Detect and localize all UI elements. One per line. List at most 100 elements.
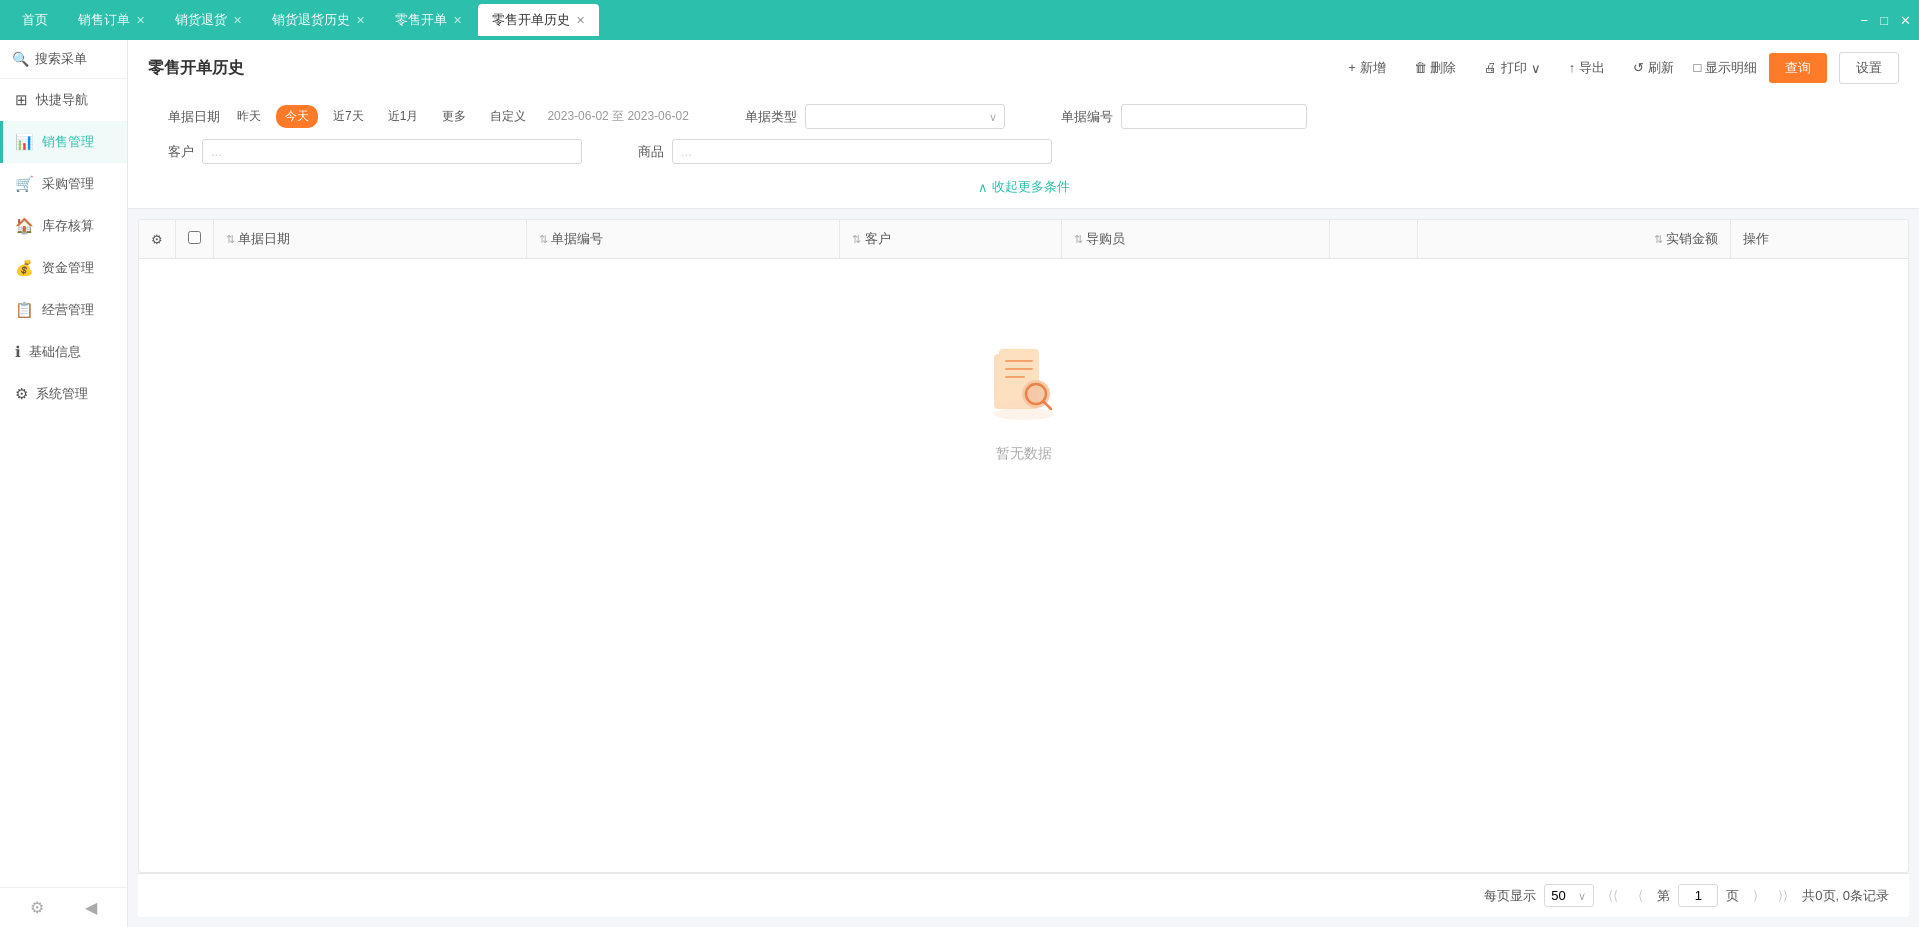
per-page-select[interactable]: 20 50 100 xyxy=(1544,884,1594,907)
filter-area: 单据日期 昨天 今天 近7天 近1月 更多 自定义 2023-06-02 至 2… xyxy=(148,94,1899,208)
select-all-checkbox[interactable] xyxy=(188,231,201,244)
collapse-icon: ∧ xyxy=(978,180,988,195)
per-page-label: 每页显示 xyxy=(1484,887,1536,905)
th-bill-number[interactable]: 单据编号 xyxy=(527,220,840,259)
settings-button[interactable]: 设置 xyxy=(1839,52,1899,84)
th-customer-label: 客户 xyxy=(865,231,891,246)
date-btn-yesterday[interactable]: 昨天 xyxy=(228,105,270,128)
tab-retail-open-history[interactable]: 零售开单历史 ✕ xyxy=(478,4,599,36)
refresh-button[interactable]: ↺ 刷新 xyxy=(1625,55,1682,81)
sidebar-item-purchase-mgmt-label: 采购管理 xyxy=(42,175,94,193)
sidebar-item-inventory-label: 库存核算 xyxy=(42,217,94,235)
toolbar: + 新增 🗑 删除 🖨 打印 ∨ ↑ 导出 ↺ 刷新 □ 显示明细 查询 设置 xyxy=(1340,52,1899,84)
window-maximize[interactable]: □ xyxy=(1880,13,1888,28)
page-suffix: 页 xyxy=(1726,887,1739,905)
purchase-mgmt-icon: 🛒 xyxy=(15,175,34,193)
tab-sales-order-close[interactable]: ✕ xyxy=(136,14,145,27)
bill-number-label: 单据编号 xyxy=(1061,108,1113,126)
tab-home[interactable]: 首页 xyxy=(8,4,62,36)
sidebar-item-operations[interactable]: 📋 经营管理 xyxy=(0,289,127,331)
svg-point-0 xyxy=(994,408,1054,420)
sales-mgmt-icon: 📊 xyxy=(15,133,34,151)
filter-row-2: 客户 ... 商品 ... xyxy=(168,139,1879,164)
window-close[interactable]: ✕ xyxy=(1900,13,1911,28)
sidebar-item-basic-info-label: 基础信息 xyxy=(29,343,81,361)
next-page-btn[interactable]: ⟩ xyxy=(1747,885,1764,906)
main-layout: 🔍 搜索采单 ⊞ 快捷导航 📊 销售管理 🛒 采购管理 🏠 库存核算 💰 xyxy=(0,40,1919,927)
th-customer[interactable]: 客户 xyxy=(840,220,1062,259)
date-btn-more[interactable]: 更多 xyxy=(433,105,475,128)
customer-filter: 客户 ... xyxy=(168,139,582,164)
table-container: ⚙ 单据日期 单据编号 客户 导购员 xyxy=(138,219,1909,873)
tab-sales-order[interactable]: 销售订单 ✕ xyxy=(64,4,159,36)
print-label: 🖨 打印 xyxy=(1484,59,1527,77)
first-page-btn[interactable]: ⟨⟨ xyxy=(1602,885,1624,906)
th-spacer xyxy=(1329,220,1417,259)
bill-number-input[interactable] xyxy=(1121,104,1307,129)
print-button[interactable]: 🖨 打印 ∨ xyxy=(1476,55,1549,81)
tab-sales-order-label: 销售订单 xyxy=(78,11,130,29)
date-btn-custom[interactable]: 自定义 xyxy=(481,105,535,128)
th-gear[interactable]: ⚙ xyxy=(139,220,176,259)
sidebar-item-quick-nav[interactable]: ⊞ 快捷导航 xyxy=(0,79,127,121)
sidebar-item-basic-info[interactable]: ℹ 基础信息 xyxy=(0,331,127,373)
date-btn-today[interactable]: 今天 xyxy=(276,105,318,128)
window-minimize[interactable]: − xyxy=(1861,13,1869,28)
sidebar-footer: ⚙ ◀ xyxy=(0,887,127,927)
sidebar-item-system[interactable]: ⚙ 系统管理 xyxy=(0,373,127,415)
filter-row-1: 单据日期 昨天 今天 近7天 近1月 更多 自定义 2023-06-02 至 2… xyxy=(168,104,1879,129)
th-bill-date[interactable]: 单据日期 xyxy=(214,220,527,259)
tab-retail-open[interactable]: 零售开单 ✕ xyxy=(381,4,476,36)
customer-placeholder: ... xyxy=(211,144,222,159)
bill-type-select[interactable] xyxy=(805,104,1005,129)
sidebar-item-finance[interactable]: 💰 资金管理 xyxy=(0,247,127,289)
sidebar-search-label: 搜索采单 xyxy=(35,50,87,68)
prev-page-btn[interactable]: ⟨ xyxy=(1632,885,1649,906)
pagination-bar: 每页显示 20 50 100 ⟨⟨ ⟨ 第 页 ⟩ ⟩⟩ 共0页, 0条记录 xyxy=(138,873,1909,917)
svg-line-8 xyxy=(1044,402,1051,409)
sidebar-item-inventory[interactable]: 🏠 库存核算 xyxy=(0,205,127,247)
query-button[interactable]: 查询 xyxy=(1769,53,1827,83)
page-input[interactable] xyxy=(1678,884,1718,907)
sidebar-collapse-icon[interactable]: ◀ xyxy=(85,898,97,917)
sidebar-item-purchase-mgmt[interactable]: 🛒 采购管理 xyxy=(0,163,127,205)
sidebar-item-finance-label: 资金管理 xyxy=(42,259,94,277)
bill-type-label: 单据类型 xyxy=(745,108,797,126)
th-guide[interactable]: 导购员 xyxy=(1062,220,1330,259)
print-arrow-icon: ∨ xyxy=(1531,61,1541,76)
tab-retail-open-label: 零售开单 xyxy=(395,11,447,29)
display-detail-button[interactable]: □ 显示明细 xyxy=(1694,59,1757,77)
th-checkbox[interactable] xyxy=(176,220,214,259)
th-amount[interactable]: 实销金额 xyxy=(1417,220,1730,259)
date-btn-7days[interactable]: 近7天 xyxy=(324,105,373,128)
tab-sales-return-history-close[interactable]: ✕ xyxy=(356,14,365,27)
tab-retail-open-close[interactable]: ✕ xyxy=(453,14,462,27)
th-bill-date-label: 单据日期 xyxy=(238,231,290,246)
tab-sales-return-close[interactable]: ✕ xyxy=(233,14,242,27)
sidebar-item-system-label: 系统管理 xyxy=(36,385,88,403)
sidebar-settings-icon[interactable]: ⚙ xyxy=(30,898,44,917)
th-bill-number-label: 单据编号 xyxy=(551,231,603,246)
bill-type-filter: 单据类型 xyxy=(745,104,1005,129)
tab-sales-return[interactable]: 销货退货 ✕ xyxy=(161,4,256,36)
date-range-text: 2023-06-02 至 2023-06-02 xyxy=(547,108,688,125)
sidebar-item-sales-mgmt[interactable]: 📊 销售管理 xyxy=(0,121,127,163)
search-icon: 🔍 xyxy=(12,51,29,67)
collapse-label: 收起更多条件 xyxy=(992,178,1070,196)
last-page-btn[interactable]: ⟩⟩ xyxy=(1772,885,1794,906)
goods-input[interactable]: ... xyxy=(672,139,1052,164)
sidebar-search[interactable]: 🔍 搜索采单 xyxy=(0,40,127,79)
add-button[interactable]: + 新增 xyxy=(1340,55,1393,81)
sidebar-item-operations-label: 经营管理 xyxy=(42,301,94,319)
finance-icon: 💰 xyxy=(15,259,34,277)
collapse-row[interactable]: ∧ 收起更多条件 xyxy=(168,174,1879,196)
empty-illustration xyxy=(974,339,1074,429)
date-btn-1month[interactable]: 近1月 xyxy=(379,105,428,128)
export-button[interactable]: ↑ 导出 xyxy=(1561,55,1613,81)
tab-retail-open-history-label: 零售开单历史 xyxy=(492,11,570,29)
delete-button[interactable]: 🗑 删除 xyxy=(1406,55,1465,81)
tab-sales-return-history[interactable]: 销货退货历史 ✕ xyxy=(258,4,379,36)
tab-retail-open-history-close[interactable]: ✕ xyxy=(576,14,585,27)
customer-input[interactable]: ... xyxy=(202,139,582,164)
table-header: ⚙ 单据日期 单据编号 客户 导购员 xyxy=(139,220,1908,259)
